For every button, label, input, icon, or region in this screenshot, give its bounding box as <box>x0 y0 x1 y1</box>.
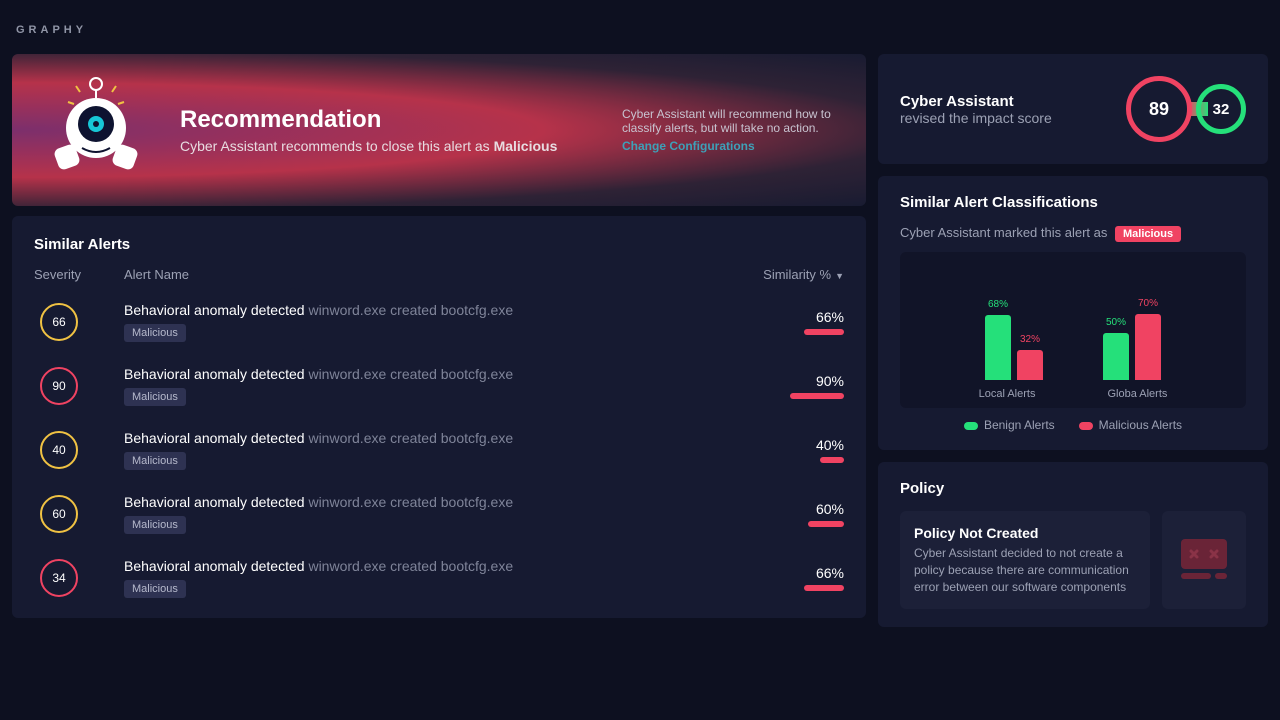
change-configurations-link[interactable]: Change Configurations <box>622 139 755 153</box>
chart-bar: 70% <box>1135 314 1161 381</box>
classification-chart: 68%32% 50%70% Local Alerts Globa Alerts <box>900 252 1246 408</box>
table-row[interactable]: 40 Behavioral anomaly detected winword.ex… <box>34 418 844 482</box>
impact-before-ring: 89 <box>1126 76 1192 142</box>
classification-tag: Malicious <box>124 452 186 470</box>
similarity-cell: 60% <box>724 501 844 527</box>
alert-name-cell: Behavioral anomaly detected winword.exe … <box>124 302 724 342</box>
classification-tag: Malicious <box>124 580 186 598</box>
severity-ring: 34 <box>40 559 78 597</box>
impact-line2: revised the impact score <box>900 110 1108 126</box>
brand-label: GRAPHY <box>0 0 1280 54</box>
table-row[interactable]: 90 Behavioral anomaly detected winword.ex… <box>34 354 844 418</box>
classifications-card: Similar Alert Classifications Cyber Assi… <box>878 176 1268 450</box>
chart-bar: 68% <box>985 315 1011 380</box>
legend-benign: Benign Alerts <box>964 418 1055 432</box>
table-row[interactable]: 66 Behavioral anomaly detected winword.ex… <box>34 290 844 354</box>
classif-badge: Malicious <box>1115 226 1181 242</box>
similar-alerts-panel: Similar Alerts Severity Alert Name Simil… <box>12 216 866 618</box>
alert-name-cell: Behavioral anomaly detected winword.exe … <box>124 494 724 534</box>
banner-subtitle: Cyber Assistant recommends to close this… <box>180 138 557 154</box>
policy-title: Policy Not Created <box>914 525 1136 541</box>
legend-malicious: Malicious Alerts <box>1079 418 1182 432</box>
alert-name-cell: Behavioral anomaly detected winword.exe … <box>124 430 724 470</box>
classif-sub: Cyber Assistant marked this alert as <box>900 225 1107 240</box>
policy-card: Policy Policy Not Created Cyber Assistan… <box>878 462 1268 627</box>
similarity-cell: 66% <box>724 565 844 591</box>
policy-desc: Cyber Assistant decided to not create a … <box>914 545 1136 595</box>
severity-ring: 60 <box>40 495 78 533</box>
col-alert-name: Alert Name <box>124 267 724 282</box>
classification-tag: Malicious <box>124 516 186 534</box>
classification-tag: Malicious <box>124 388 186 406</box>
policy-heading: Policy <box>900 480 1246 497</box>
chart-x-label: Local Alerts <box>979 388 1036 400</box>
impact-score-card: Cyber Assistant revised the impact score… <box>878 54 1268 164</box>
chart-bar: 32% <box>1017 350 1043 380</box>
similarity-cell: 66% <box>724 309 844 335</box>
chart-x-label: Globa Alerts <box>1107 388 1167 400</box>
impact-line1: Cyber Assistant <box>900 93 1108 110</box>
similarity-cell: 40% <box>724 437 844 463</box>
table-row[interactable]: 34 Behavioral anomaly detected winword.ex… <box>34 546 844 610</box>
banner-title: Recommendation <box>180 106 557 134</box>
classification-tag: Malicious <box>124 324 186 342</box>
severity-ring: 40 <box>40 431 78 469</box>
alert-name-cell: Behavioral anomaly detected winword.exe … <box>124 366 724 406</box>
chart-bar: 50% <box>1103 333 1129 381</box>
banner-note: Cyber Assistant will recommend how to cl… <box>622 107 842 135</box>
severity-ring: 90 <box>40 367 78 405</box>
policy-error-icon <box>1162 511 1246 609</box>
col-severity: Severity <box>34 267 124 282</box>
alert-name-cell: Behavioral anomaly detected winword.exe … <box>124 558 724 598</box>
impact-after-ring: 32 <box>1196 84 1246 134</box>
similarity-cell: 90% <box>724 373 844 399</box>
table-row[interactable]: 60 Behavioral anomaly detected winword.ex… <box>34 482 844 546</box>
sort-caret-icon <box>835 267 844 282</box>
col-similarity[interactable]: Similarity % <box>724 267 844 282</box>
recommendation-banner: Recommendation Cyber Assistant recommend… <box>12 54 866 206</box>
severity-ring: 66 <box>40 303 78 341</box>
similar-alerts-heading: Similar Alerts <box>34 236 844 253</box>
robot-illustration-icon <box>36 70 156 190</box>
classif-heading: Similar Alert Classifications <box>900 194 1246 211</box>
